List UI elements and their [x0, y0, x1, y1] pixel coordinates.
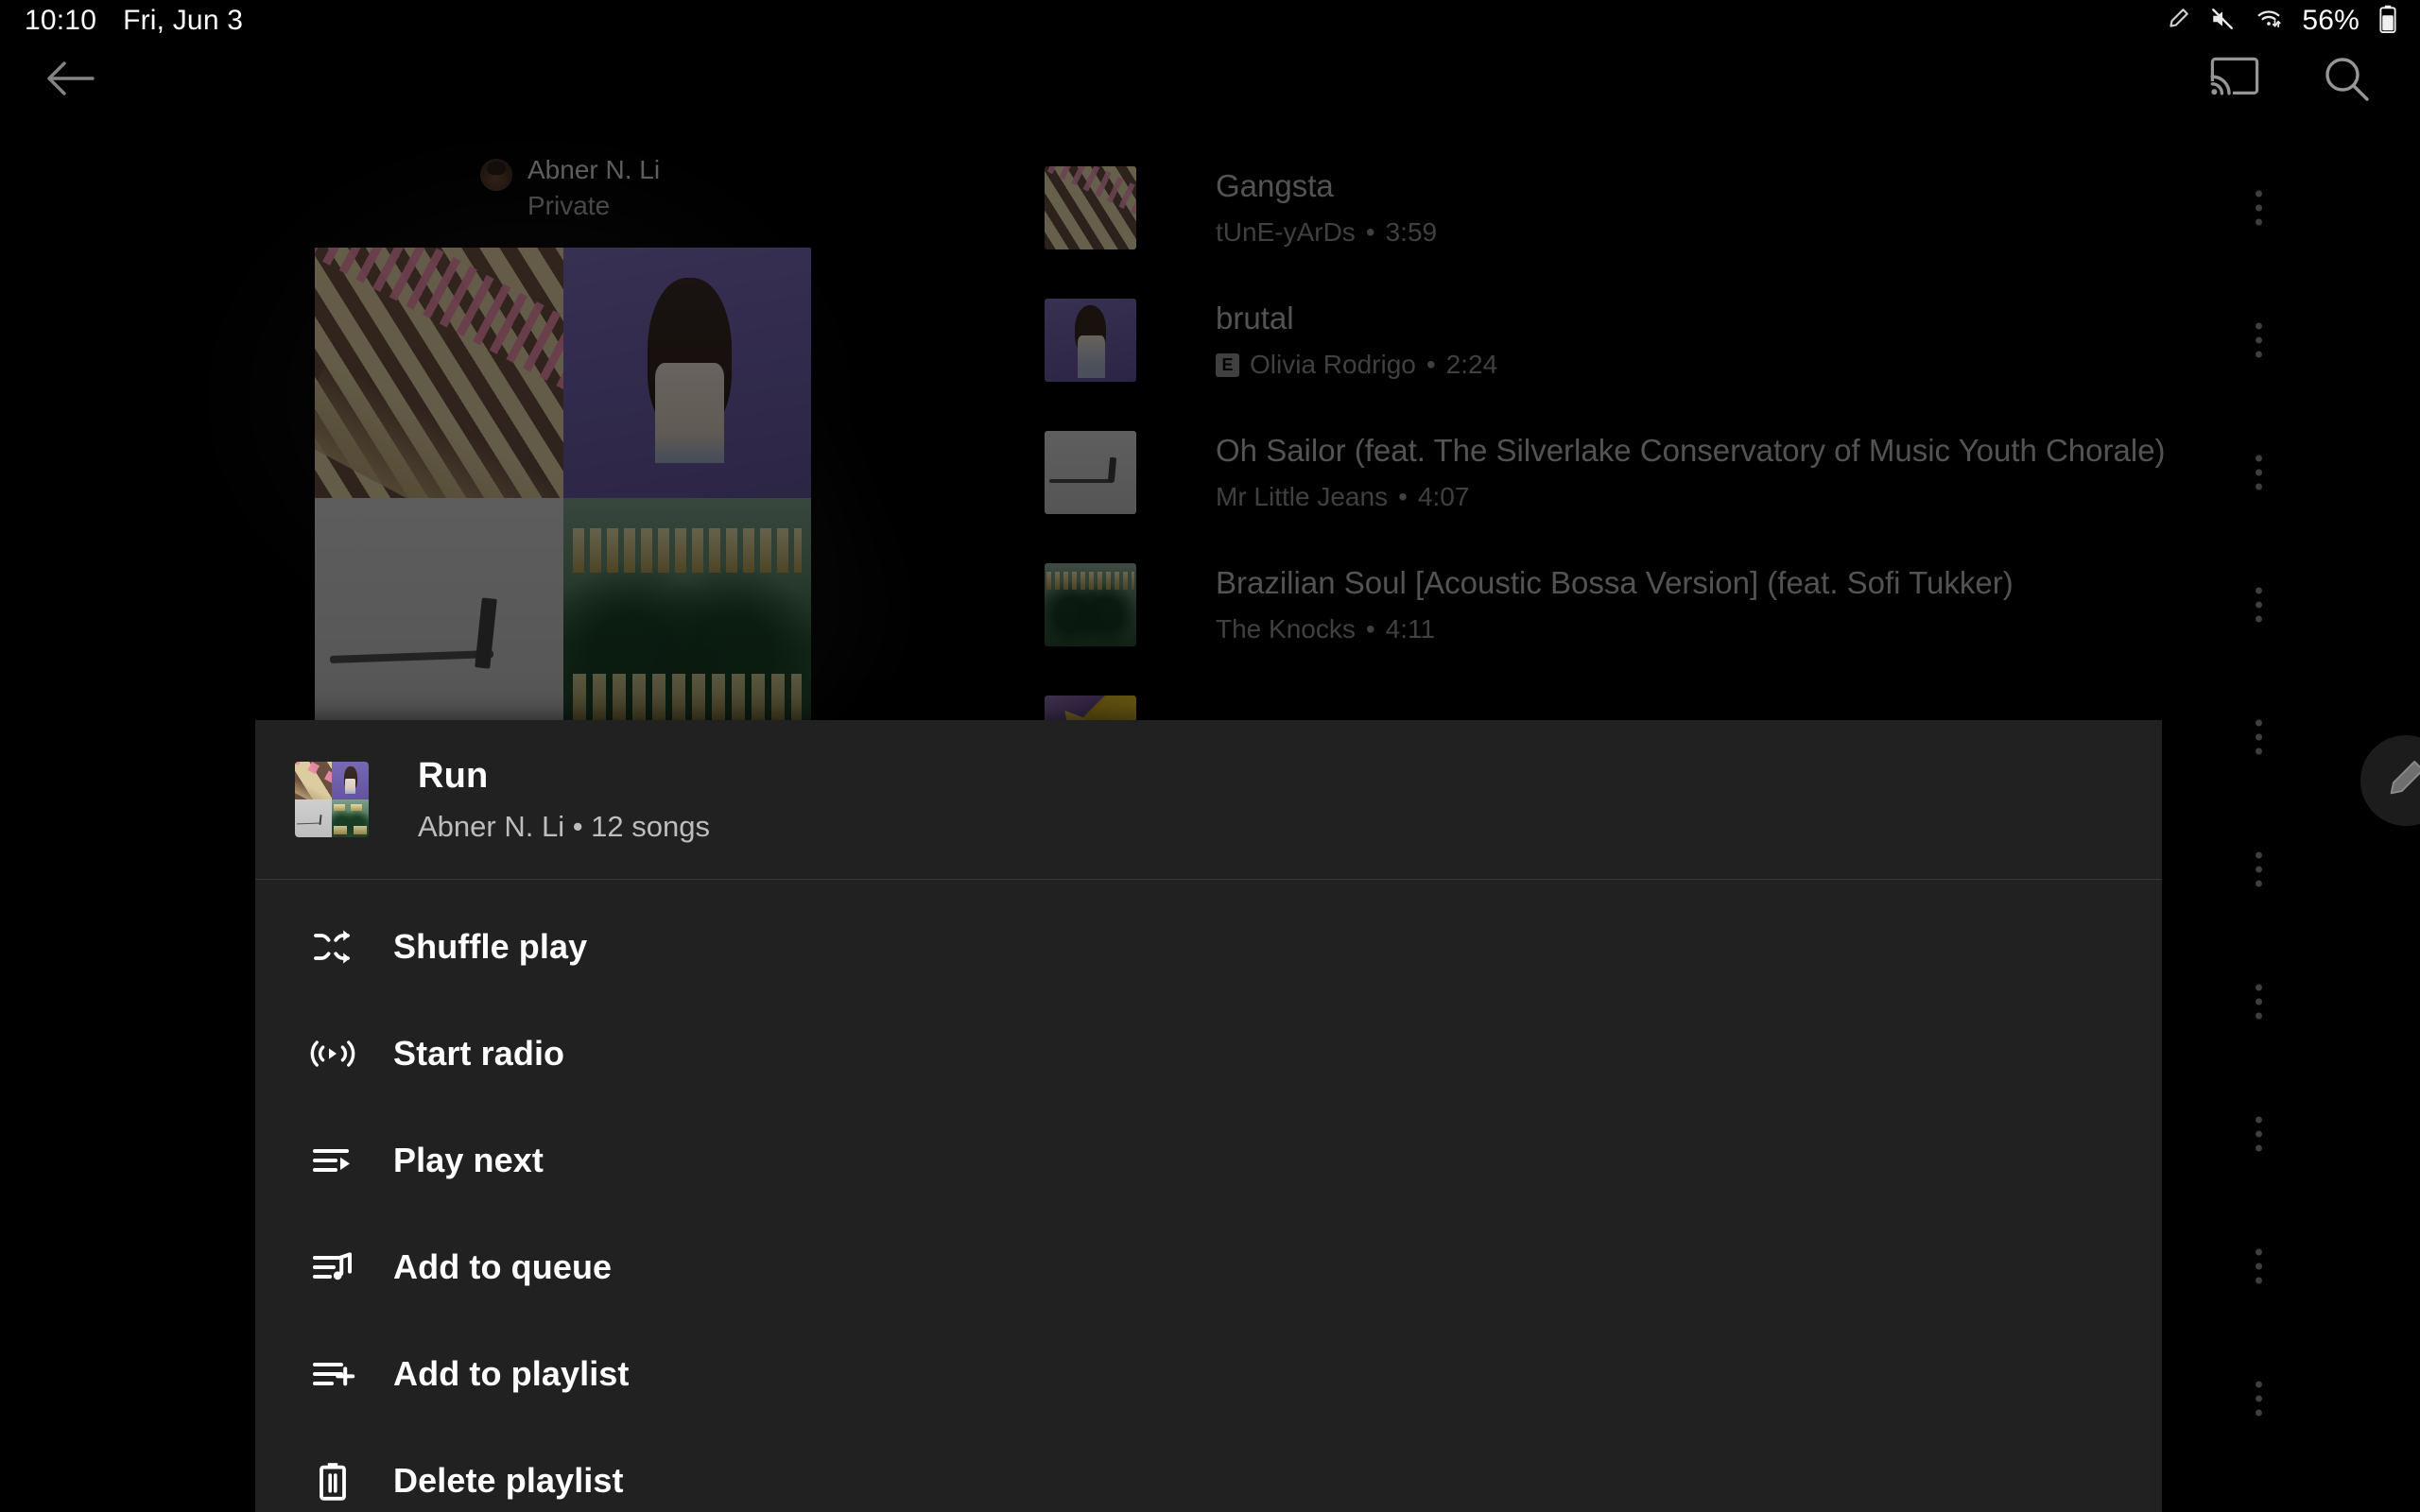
- wifi-icon: [2255, 7, 2283, 36]
- song-separator: •: [1398, 482, 1408, 511]
- cover-tile-brutal: [332, 762, 369, 799]
- song-artist: Olivia Rodrigo: [1250, 350, 1416, 379]
- playlist-hero: Abner N. Li Private: [0, 132, 1002, 756]
- add-to-queue-icon: [297, 1245, 369, 1290]
- search-icon[interactable]: [2322, 54, 2371, 108]
- cast-icon[interactable]: [2210, 57, 2259, 105]
- menu-item-label: Delete playlist: [393, 1460, 624, 1500]
- status-bar-time: 10:10: [25, 5, 97, 36]
- stylus-icon: [2166, 7, 2190, 36]
- song-meta: brutal E Olivia Rodrigo • 2:24: [1216, 301, 1497, 380]
- song-meta: Brazilian Soul [Acoustic Bossa Version] …: [1216, 565, 2014, 644]
- cover-tile-oh-sailor: [315, 498, 563, 748]
- table-row[interactable]: brutal E Olivia Rodrigo • 2:24: [1045, 274, 2387, 406]
- status-bar-icons: 56%: [2166, 5, 2397, 38]
- battery-icon: [2378, 5, 2397, 38]
- battery-percent-label: 56%: [2302, 5, 2360, 36]
- table-row[interactable]: Brazilian Soul [Acoustic Bossa Version] …: [1045, 539, 2387, 671]
- song-thumbnail: [1045, 299, 1136, 382]
- song-overflow-menu-icon[interactable]: [2253, 587, 2264, 623]
- song-overflow-menu-icon[interactable]: [2253, 1248, 2264, 1284]
- song-title: Gangsta: [1216, 168, 1334, 203]
- song-overflow-menu-icon[interactable]: [2253, 1381, 2264, 1417]
- song-overflow-menu-icon[interactable]: [2253, 984, 2264, 1020]
- song-thumbnail: [1045, 563, 1136, 646]
- app-screen: 10:10 Fri, Jun 3 56% Abner N. Li Private…: [0, 0, 2420, 1512]
- song-meta: Oh Sailor (feat. The Silverlake Conserva…: [1216, 433, 2166, 512]
- menu-item-add-to-playlist[interactable]: Add to playlist: [255, 1320, 2162, 1427]
- song-subtitle: E Olivia Rodrigo • 2:24: [1216, 350, 1497, 380]
- song-duration: 4:07: [1417, 482, 1470, 511]
- song-duration: 3:59: [1385, 217, 1438, 247]
- menu-item-play-next[interactable]: Play next: [255, 1107, 2162, 1213]
- sheet-header: Run Abner N. Li • 12 songs: [255, 720, 2162, 879]
- menu-item-add-to-queue[interactable]: Add to queue: [255, 1213, 2162, 1320]
- song-artist: tUnE-yArDs: [1216, 217, 1356, 247]
- app-bar: [0, 42, 2420, 119]
- sheet-menu: Shuffle play Start radio Play next Add t…: [255, 880, 2162, 1512]
- song-artist: The Knocks: [1216, 614, 1356, 644]
- menu-item-start-radio[interactable]: Start radio: [255, 1000, 2162, 1107]
- cover-tile-brazilian-soul: [562, 498, 811, 748]
- menu-item-label: Add to playlist: [393, 1353, 630, 1393]
- status-bar-date: Fri, Jun 3: [123, 5, 244, 36]
- play-next-icon: [297, 1138, 369, 1183]
- song-subtitle: Mr Little Jeans • 4:07: [1216, 482, 2166, 512]
- playlist-owner-text: Abner N. Li Private: [527, 155, 660, 221]
- add-to-playlist-icon: [297, 1351, 369, 1397]
- playlist-options-bottom-sheet: Run Abner N. Li • 12 songs Shuffle play: [255, 720, 2162, 1512]
- app-bar-actions: [2210, 54, 2371, 108]
- sheet-header-text: Run Abner N. Li • 12 songs: [418, 756, 710, 844]
- menu-item-label: Start radio: [393, 1033, 565, 1073]
- song-thumbnail: [1045, 166, 1136, 249]
- mute-icon: [2209, 7, 2236, 36]
- table-row[interactable]: Gangsta tUnE-yArDs • 3:59: [1045, 142, 2387, 274]
- song-subtitle: tUnE-yArDs • 3:59: [1216, 217, 1437, 248]
- cover-tile-whokill: [295, 762, 332, 799]
- song-subtitle: The Knocks • 4:11: [1216, 614, 2014, 644]
- cover-tile-oh-sailor: [295, 799, 332, 837]
- menu-item-shuffle-play[interactable]: Shuffle play: [255, 893, 2162, 1000]
- song-thumbnail: [1045, 431, 1136, 514]
- sheet-playlist-cover: [295, 762, 369, 837]
- song-title: Oh Sailor (feat. The Silverlake Conserva…: [1216, 433, 2166, 468]
- song-separator: •: [1365, 217, 1375, 247]
- playlist-owner-name: Abner N. Li: [527, 155, 661, 184]
- page-title: Run: [418, 755, 489, 796]
- back-arrow-icon[interactable]: [43, 58, 96, 104]
- song-overflow-menu-icon[interactable]: [2253, 719, 2264, 755]
- shuffle-icon: [297, 924, 369, 970]
- delete-icon: [297, 1458, 369, 1503]
- edit-pencil-icon: [2384, 757, 2420, 805]
- status-bar: 10:10 Fri, Jun 3 56%: [0, 0, 2420, 42]
- song-overflow-menu-icon[interactable]: [2253, 190, 2264, 226]
- menu-item-label: Play next: [393, 1140, 544, 1179]
- radio-icon: [297, 1031, 369, 1076]
- song-duration: 2:24: [1445, 350, 1498, 379]
- song-separator: •: [1365, 614, 1375, 644]
- song-meta: Gangsta tUnE-yArDs • 3:59: [1216, 168, 1437, 248]
- playlist-cover-grid: [315, 248, 811, 748]
- menu-item-delete-playlist[interactable]: Delete playlist: [255, 1427, 2162, 1512]
- song-overflow-menu-icon[interactable]: [2253, 322, 2264, 358]
- cover-tile-brutal: [562, 248, 811, 498]
- table-row[interactable]: Oh Sailor (feat. The Silverlake Conserva…: [1045, 406, 2387, 539]
- cover-tile-brazilian-soul: [332, 799, 369, 837]
- song-overflow-menu-icon[interactable]: [2253, 851, 2264, 887]
- menu-item-label: Add to queue: [393, 1246, 613, 1286]
- explicit-badge: E: [1216, 352, 1239, 377]
- song-duration: 4:11: [1385, 614, 1436, 644]
- cover-tile-whokill: [315, 248, 563, 498]
- playlist-privacy-label: Private: [527, 191, 611, 220]
- song-artist: Mr Little Jeans: [1216, 482, 1389, 511]
- song-title: brutal: [1216, 301, 1294, 335]
- song-separator: •: [1426, 350, 1436, 379]
- song-overflow-menu-icon[interactable]: [2253, 455, 2264, 490]
- menu-item-label: Shuffle play: [393, 926, 588, 966]
- song-title: Brazilian Soul [Acoustic Bossa Version] …: [1216, 565, 2014, 600]
- song-overflow-menu-icon[interactable]: [2253, 1116, 2264, 1152]
- avatar: [480, 159, 512, 191]
- sheet-subtitle: Abner N. Li • 12 songs: [418, 809, 710, 843]
- playlist-owner-row: Abner N. Li Private: [480, 155, 660, 221]
